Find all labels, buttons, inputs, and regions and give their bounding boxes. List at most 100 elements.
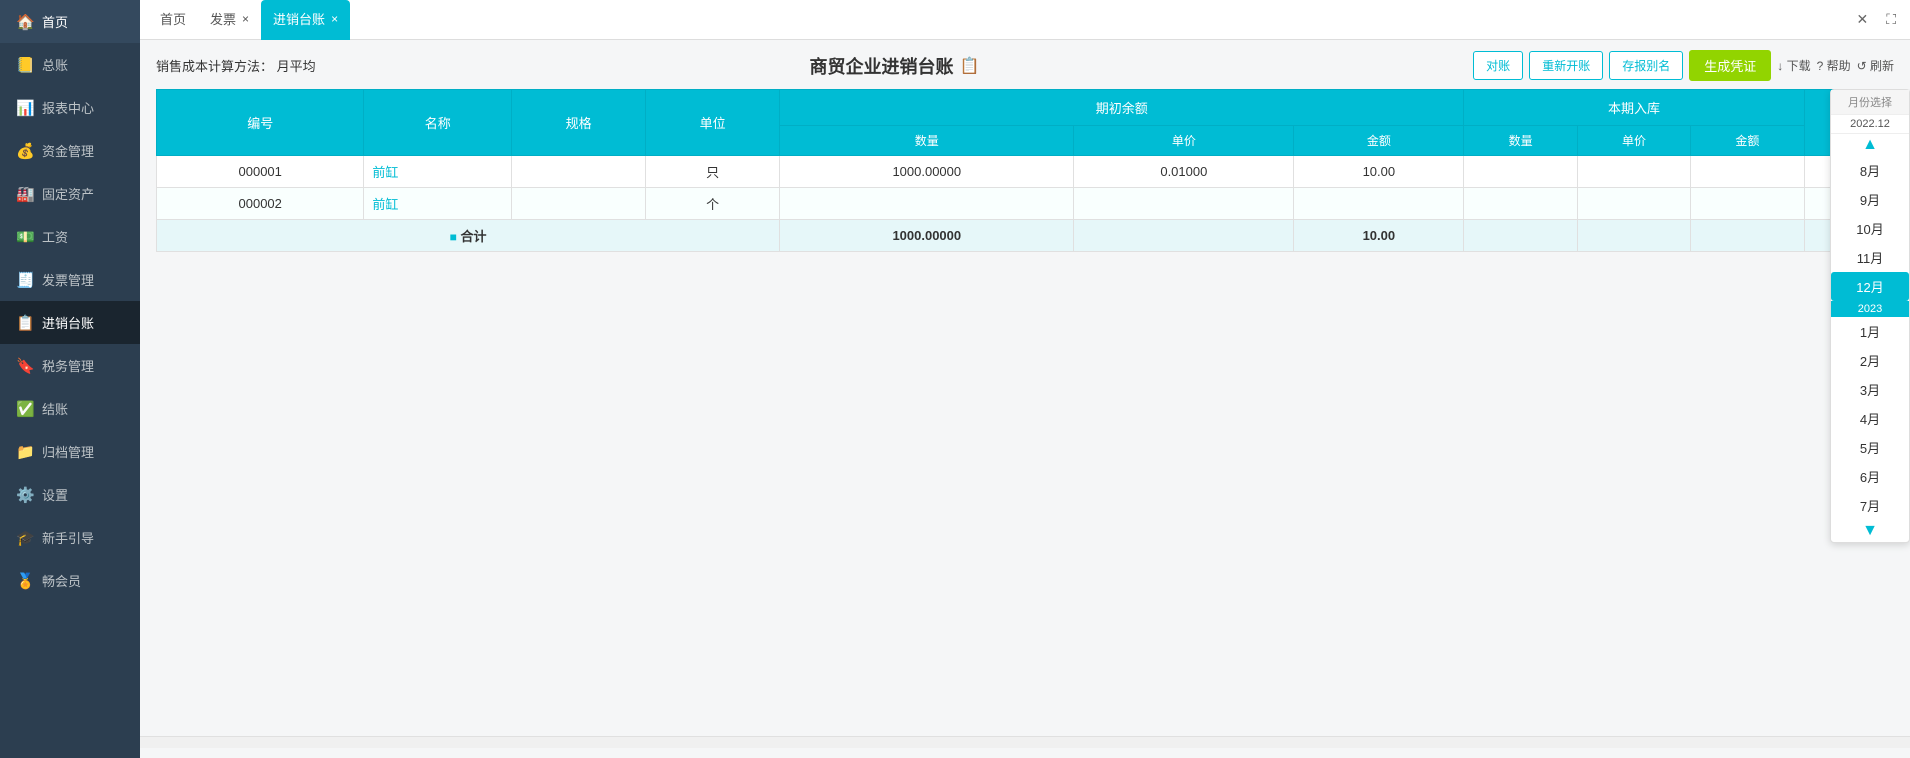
sidebar-item-settings[interactable]: ⚙️ 设置 xyxy=(0,473,140,516)
col-header-spec: 规格 xyxy=(512,90,646,156)
table-row: 000001 前缸 只 1000.00000 0.01000 10.00 xyxy=(157,156,1894,188)
download-button[interactable]: ↓ 下载 xyxy=(1777,57,1810,74)
sidebar-label-guide: 新手引导 xyxy=(42,528,94,547)
sidebar-item-guide[interactable]: 🎓 新手引导 xyxy=(0,516,140,559)
cell-name-1: 前缸 xyxy=(364,156,512,188)
col-header-init-balance: 期初余额 xyxy=(780,90,1464,126)
sidebar-item-assets[interactable]: 🏭 固定资产 xyxy=(0,172,140,215)
month-item-1[interactable]: 1月 xyxy=(1831,317,1909,346)
month-year-2023-label: 2023 xyxy=(1831,301,1909,317)
table-row: 000002 前缸 个 xyxy=(157,188,1894,220)
total-row: ■ 合计 1000.00000 10.00 xyxy=(157,220,1894,252)
month-item-8[interactable]: 8月 xyxy=(1831,156,1909,185)
month-item-5[interactable]: 5月 xyxy=(1831,433,1909,462)
horizontal-scrollbar[interactable] xyxy=(140,736,1910,748)
tab-invoice-close[interactable]: × xyxy=(242,12,249,26)
settings-icon: ⚙️ xyxy=(16,486,34,504)
assets-icon: 🏭 xyxy=(16,185,34,203)
cell-in-price-1 xyxy=(1577,156,1690,188)
ledger-icon: 📒 xyxy=(16,56,34,74)
sidebar-label-wages: 工资 xyxy=(42,227,68,246)
tab-inventory[interactable]: 进销台账 × xyxy=(261,0,350,40)
total-in-amount xyxy=(1691,220,1804,252)
sidebar: 🏠 首页 📒 总账 📊 报表中心 💰 资金管理 🏭 固定资产 💵 工资 🧾 发票… xyxy=(0,0,140,758)
total-init-amount: 10.00 xyxy=(1294,220,1464,252)
inventory-table: 编号 名称 规格 单位 期初余额 本期入库 数 数量 单价 金额 数 xyxy=(156,89,1894,252)
table-header-row-1: 编号 名称 规格 单位 期初余额 本期入库 数 xyxy=(157,90,1894,126)
total-in-qty xyxy=(1464,220,1577,252)
cunpai-button[interactable]: 存报别名 xyxy=(1609,51,1683,80)
sidebar-label-assets: 固定资产 xyxy=(42,184,94,203)
top-bar: 销售成本计算方法： 月平均 商贸企业进销台账 📋 对账 重新开账 存报别名 生成… xyxy=(140,50,1910,89)
page-title: 商贸企业进销台账 xyxy=(809,53,953,79)
sidebar-item-funds[interactable]: 💰 资金管理 xyxy=(0,129,140,172)
main-area: 首页 发票 × 进销台账 × ✕ ⛶ 销售成本计算方法： 月平均 商贸企业进销台… xyxy=(140,0,1910,758)
month-item-11[interactable]: 11月 xyxy=(1831,243,1909,272)
cell-unit-1: 只 xyxy=(646,156,780,188)
chongxin-button[interactable]: 重新开账 xyxy=(1529,51,1603,80)
month-item-3[interactable]: 3月 xyxy=(1831,375,1909,404)
month-item-9[interactable]: 9月 xyxy=(1831,185,1909,214)
sidebar-label-report: 报表中心 xyxy=(42,98,94,117)
inventory-icon: 📋 xyxy=(16,314,34,332)
sidebar-item-invoice[interactable]: 🧾 发票管理 xyxy=(0,258,140,301)
sidebar-item-home[interactable]: 🏠 首页 xyxy=(0,0,140,43)
sidebar-label-settle: 结账 xyxy=(42,399,68,418)
invoice-icon: 🧾 xyxy=(16,271,34,289)
sidebar-label-inventory: 进销台账 xyxy=(42,313,94,332)
month-item-4[interactable]: 4月 xyxy=(1831,404,1909,433)
sidebar-item-member[interactable]: 🏅 畅会员 xyxy=(0,559,140,602)
cell-in-price-2 xyxy=(1577,188,1690,220)
tax-icon: 🔖 xyxy=(16,357,34,375)
member-icon: 🏅 xyxy=(16,572,34,590)
content-area: 销售成本计算方法： 月平均 商贸企业进销台账 📋 对账 重新开账 存报别名 生成… xyxy=(140,40,1910,758)
month-scroll-down[interactable]: ▼ xyxy=(1831,520,1909,542)
help-button[interactable]: ? 帮助 xyxy=(1817,57,1851,74)
cost-method-label: 销售成本计算方法： xyxy=(156,59,273,74)
month-panel-year-2022: 2022.12 xyxy=(1831,115,1909,134)
tab-home[interactable]: 首页 xyxy=(148,0,198,40)
month-item-10[interactable]: 10月 xyxy=(1831,214,1909,243)
sidebar-item-report[interactable]: 📊 报表中心 xyxy=(0,86,140,129)
month-item-7[interactable]: 7月 xyxy=(1831,491,1909,520)
month-item-6[interactable]: 6月 xyxy=(1831,462,1909,491)
total-in-price xyxy=(1577,220,1690,252)
tab-inventory-close[interactable]: × xyxy=(331,12,338,26)
sidebar-item-archive[interactable]: 📁 归档管理 xyxy=(0,430,140,473)
tab-inventory-label: 进销台账 xyxy=(273,9,325,28)
cell-init-qty-1: 1000.00000 xyxy=(780,156,1074,188)
cell-in-qty-2 xyxy=(1464,188,1577,220)
generate-button[interactable]: 生成凭证 xyxy=(1689,50,1771,81)
cost-method-value: 月平均 xyxy=(277,59,316,74)
refresh-button[interactable]: ↺ 刷新 xyxy=(1857,57,1894,74)
month-item-2[interactable]: 2月 xyxy=(1831,346,1909,375)
month-item-12[interactable]: 12月 xyxy=(1831,272,1909,301)
info-icon[interactable]: 📋 xyxy=(959,56,979,76)
sidebar-item-settle[interactable]: ✅ 结账 xyxy=(0,387,140,430)
col-header-number: 编号 xyxy=(157,90,364,156)
cell-unit-2: 个 xyxy=(646,188,780,220)
tab-home-label: 首页 xyxy=(160,9,186,28)
tab-invoice[interactable]: 发票 × xyxy=(198,0,261,40)
page-title-area: 商贸企业进销台账 📋 xyxy=(809,53,979,79)
duizhang-button[interactable]: 对账 xyxy=(1473,51,1523,80)
sidebar-item-tax[interactable]: 🔖 税务管理 xyxy=(0,344,140,387)
subheader-in-amount: 金额 xyxy=(1691,126,1804,156)
cell-number-1: 000001 xyxy=(157,156,364,188)
toolbar: 对账 重新开账 存报别名 生成凭证 ↓ 下载 ? 帮助 ↺ 刷新 xyxy=(1473,50,1894,81)
tab-bar-actions: ✕ ⛶ xyxy=(1850,9,1902,30)
subheader-init-amount: 金额 xyxy=(1294,126,1464,156)
close-window-button[interactable]: ✕ xyxy=(1850,9,1874,30)
sidebar-label-archive: 归档管理 xyxy=(42,442,94,461)
sidebar-label-ledger: 总账 xyxy=(42,55,68,74)
subheader-in-qty: 数量 xyxy=(1464,126,1577,156)
total-label-cell: ■ 合计 xyxy=(157,220,780,252)
sidebar-item-wages[interactable]: 💵 工资 xyxy=(0,215,140,258)
report-icon: 📊 xyxy=(16,99,34,117)
month-scroll-up[interactable]: ▲ xyxy=(1831,134,1909,156)
sidebar-item-ledger[interactable]: 📒 总账 xyxy=(0,43,140,86)
subheader-in-price: 单价 xyxy=(1577,126,1690,156)
sidebar-item-inventory[interactable]: 📋 进销台账 xyxy=(0,301,140,344)
maximize-window-button[interactable]: ⛶ xyxy=(1880,9,1902,30)
sidebar-label-tax: 税务管理 xyxy=(42,356,94,375)
